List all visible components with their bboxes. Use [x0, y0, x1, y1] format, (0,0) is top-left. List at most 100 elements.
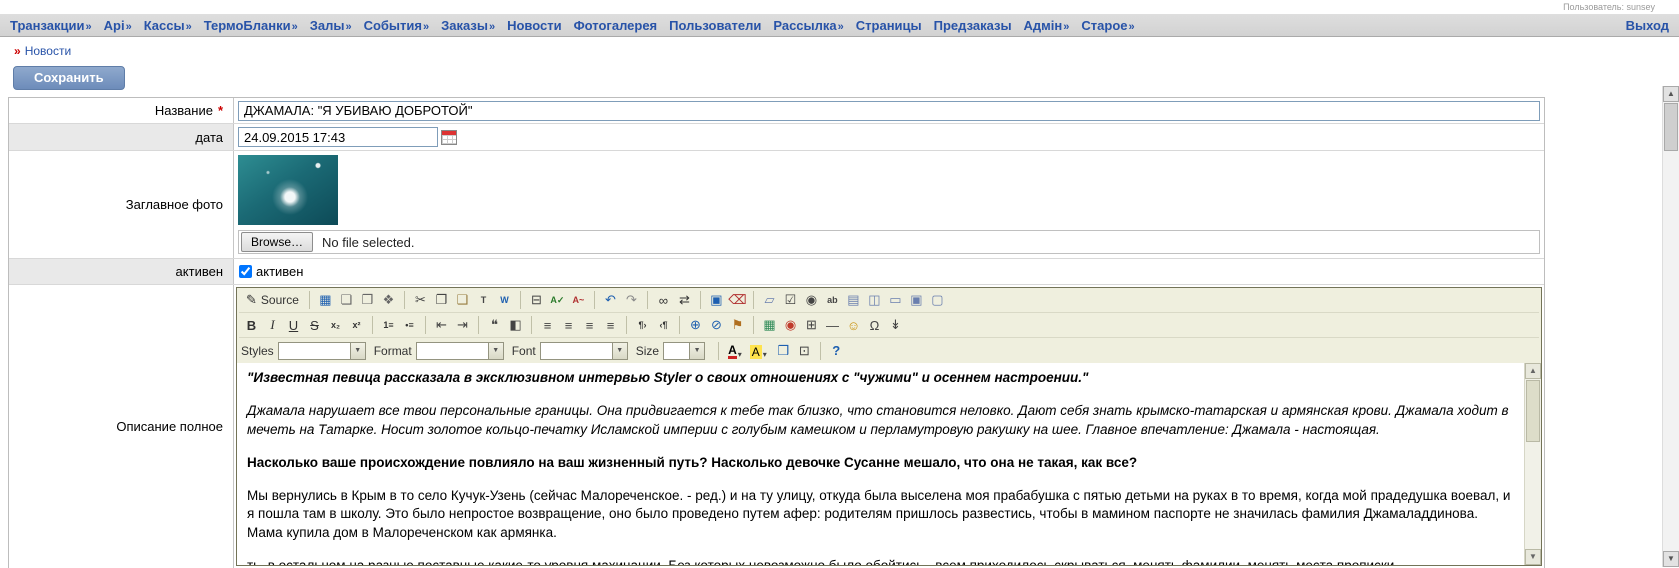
- editor-scrollbar-thumb[interactable]: [1526, 380, 1540, 442]
- div-container-icon[interactable]: ◧: [505, 316, 526, 335]
- active-checkbox[interactable]: [239, 265, 252, 278]
- scayt-icon[interactable]: A~: [568, 291, 589, 310]
- paste-icon[interactable]: ❑: [452, 291, 473, 310]
- text-field-icon[interactable]: ab: [822, 291, 843, 310]
- italic-icon[interactable]: I: [262, 316, 283, 335]
- calendar-icon[interactable]: [441, 129, 457, 145]
- maximize-icon[interactable]: ❒: [773, 341, 794, 360]
- nav-item-transactions[interactable]: Транзакции»: [10, 18, 92, 33]
- form-icon[interactable]: ▱: [759, 291, 780, 310]
- bidi-ltr-icon[interactable]: ¶›: [632, 316, 653, 335]
- smiley-icon[interactable]: ☺: [843, 316, 864, 335]
- superscript-icon[interactable]: x²: [346, 316, 367, 335]
- spellcheck-icon[interactable]: A✓: [547, 291, 568, 310]
- save-button[interactable]: Сохранить: [13, 66, 125, 90]
- new-page-icon[interactable]: ❏: [336, 291, 357, 310]
- select-field-icon[interactable]: ◫: [864, 291, 885, 310]
- nav-item-thermoforms[interactable]: ТермоБланки»: [204, 18, 298, 33]
- cut-icon[interactable]: ✂: [410, 291, 431, 310]
- blockquote-icon[interactable]: ❝: [484, 316, 505, 335]
- nav-item-cashdesks[interactable]: Кассы»: [144, 18, 192, 33]
- bidi-rtl-icon[interactable]: ‹¶: [653, 316, 674, 335]
- hidden-field-icon[interactable]: ▢: [927, 291, 948, 310]
- breadcrumb: » Новости: [0, 37, 1679, 61]
- bg-color-button[interactable]: A ▾: [748, 341, 769, 360]
- nav-item-users[interactable]: Пользователи: [669, 18, 761, 33]
- nav-item-api[interactable]: Api»: [104, 18, 132, 33]
- size-select[interactable]: ▼: [663, 341, 706, 360]
- strikethrough-icon[interactable]: S: [304, 316, 325, 335]
- text-color-button[interactable]: A ▾: [726, 341, 744, 360]
- image-icon[interactable]: ▦: [759, 316, 780, 335]
- align-center-icon[interactable]: ≡: [558, 316, 579, 335]
- underline-icon[interactable]: U: [283, 316, 304, 335]
- page-break-icon[interactable]: ↡: [885, 316, 906, 335]
- nav-item-photogallery[interactable]: Фотогалерея: [574, 18, 658, 33]
- show-blocks-icon[interactable]: ⊡: [794, 341, 815, 360]
- align-justify-icon[interactable]: ≡: [600, 316, 621, 335]
- copy-icon[interactable]: ❐: [431, 291, 452, 310]
- font-select[interactable]: ▼: [539, 341, 628, 360]
- textarea-field-icon[interactable]: ▤: [843, 291, 864, 310]
- styles-select[interactable]: ▼: [277, 341, 366, 360]
- bold-icon[interactable]: B: [241, 316, 262, 335]
- preview-icon[interactable]: ❒: [357, 291, 378, 310]
- horizontal-rule-icon[interactable]: ―: [822, 316, 843, 335]
- scroll-down-icon[interactable]: ▼: [1525, 549, 1541, 565]
- find-icon[interactable]: ∞: [653, 291, 674, 310]
- outdent-icon[interactable]: ⇤: [431, 316, 452, 335]
- nav-item-halls[interactable]: Залы»: [310, 18, 352, 33]
- numbered-list-icon[interactable]: 1≡: [378, 316, 399, 335]
- page-scrollbar-thumb[interactable]: [1664, 103, 1678, 151]
- bulleted-list-icon[interactable]: •≡: [399, 316, 420, 335]
- nav-item-events[interactable]: События»: [364, 18, 430, 33]
- nav-item-admin[interactable]: Адмін»: [1024, 18, 1070, 33]
- checkbox-field-icon[interactable]: ☑: [780, 291, 801, 310]
- breadcrumb-link-news[interactable]: Новости: [25, 44, 71, 58]
- editor-scrollbar[interactable]: ▲ ▼: [1524, 363, 1541, 565]
- about-icon[interactable]: ?: [826, 341, 847, 360]
- date-input[interactable]: [238, 127, 438, 147]
- remove-format-icon[interactable]: ⌫: [727, 291, 748, 310]
- unlink-icon[interactable]: ⊘: [706, 316, 727, 335]
- size-dropdown-wrap: Size ▼: [636, 341, 706, 360]
- nav-item-orders[interactable]: Заказы»: [441, 18, 495, 33]
- undo-icon[interactable]: ↶: [600, 291, 621, 310]
- print-icon[interactable]: ⊟: [526, 291, 547, 310]
- nav-item-old[interactable]: Старое»: [1081, 18, 1134, 33]
- radio-field-icon[interactable]: ◉: [801, 291, 822, 310]
- save-icon[interactable]: ▦: [315, 291, 336, 310]
- templates-icon[interactable]: ❖: [378, 291, 399, 310]
- paste-text-icon[interactable]: T: [473, 291, 494, 310]
- subscript-icon[interactable]: x₂: [325, 316, 346, 335]
- replace-icon[interactable]: ⇄: [674, 291, 695, 310]
- format-select[interactable]: ▼: [415, 341, 504, 360]
- indent-icon[interactable]: ⇥: [452, 316, 473, 335]
- scroll-down-icon[interactable]: ▼: [1663, 551, 1679, 567]
- editor-paragraph: Мы вернулись в Крым в то село Кучук-Узен…: [247, 487, 1511, 541]
- button-field-icon[interactable]: ▭: [885, 291, 906, 310]
- align-left-icon[interactable]: ≡: [537, 316, 558, 335]
- link-icon[interactable]: ⊕: [685, 316, 706, 335]
- paste-word-icon[interactable]: W: [494, 291, 515, 310]
- nav-item-news[interactable]: Новости: [507, 18, 562, 33]
- title-input[interactable]: [238, 100, 1540, 121]
- browse-button[interactable]: Browse…: [241, 232, 314, 252]
- logout-link[interactable]: Выход: [1626, 18, 1669, 33]
- nav-item-pages[interactable]: Страницы: [856, 18, 922, 33]
- special-char-icon[interactable]: Ω: [864, 316, 885, 335]
- anchor-icon[interactable]: ⚑: [727, 316, 748, 335]
- page-scrollbar[interactable]: ▲ ▼: [1662, 86, 1679, 567]
- scroll-up-icon[interactable]: ▲: [1663, 86, 1679, 102]
- nav-item-mailing[interactable]: Рассылка»: [773, 18, 843, 33]
- redo-icon[interactable]: ↷: [621, 291, 642, 310]
- select-all-icon[interactable]: ▣: [706, 291, 727, 310]
- nav-item-preorders[interactable]: Предзаказы: [934, 18, 1012, 33]
- align-right-icon[interactable]: ≡: [579, 316, 600, 335]
- editor-content-area[interactable]: "Известная певица рассказала в эксклюзив…: [237, 363, 1541, 565]
- scroll-up-icon[interactable]: ▲: [1525, 363, 1541, 379]
- table-icon[interactable]: ⊞: [801, 316, 822, 335]
- source-button[interactable]: ✎ Source: [241, 291, 304, 310]
- image-button-icon[interactable]: ▣: [906, 291, 927, 310]
- flash-icon[interactable]: ◉: [780, 316, 801, 335]
